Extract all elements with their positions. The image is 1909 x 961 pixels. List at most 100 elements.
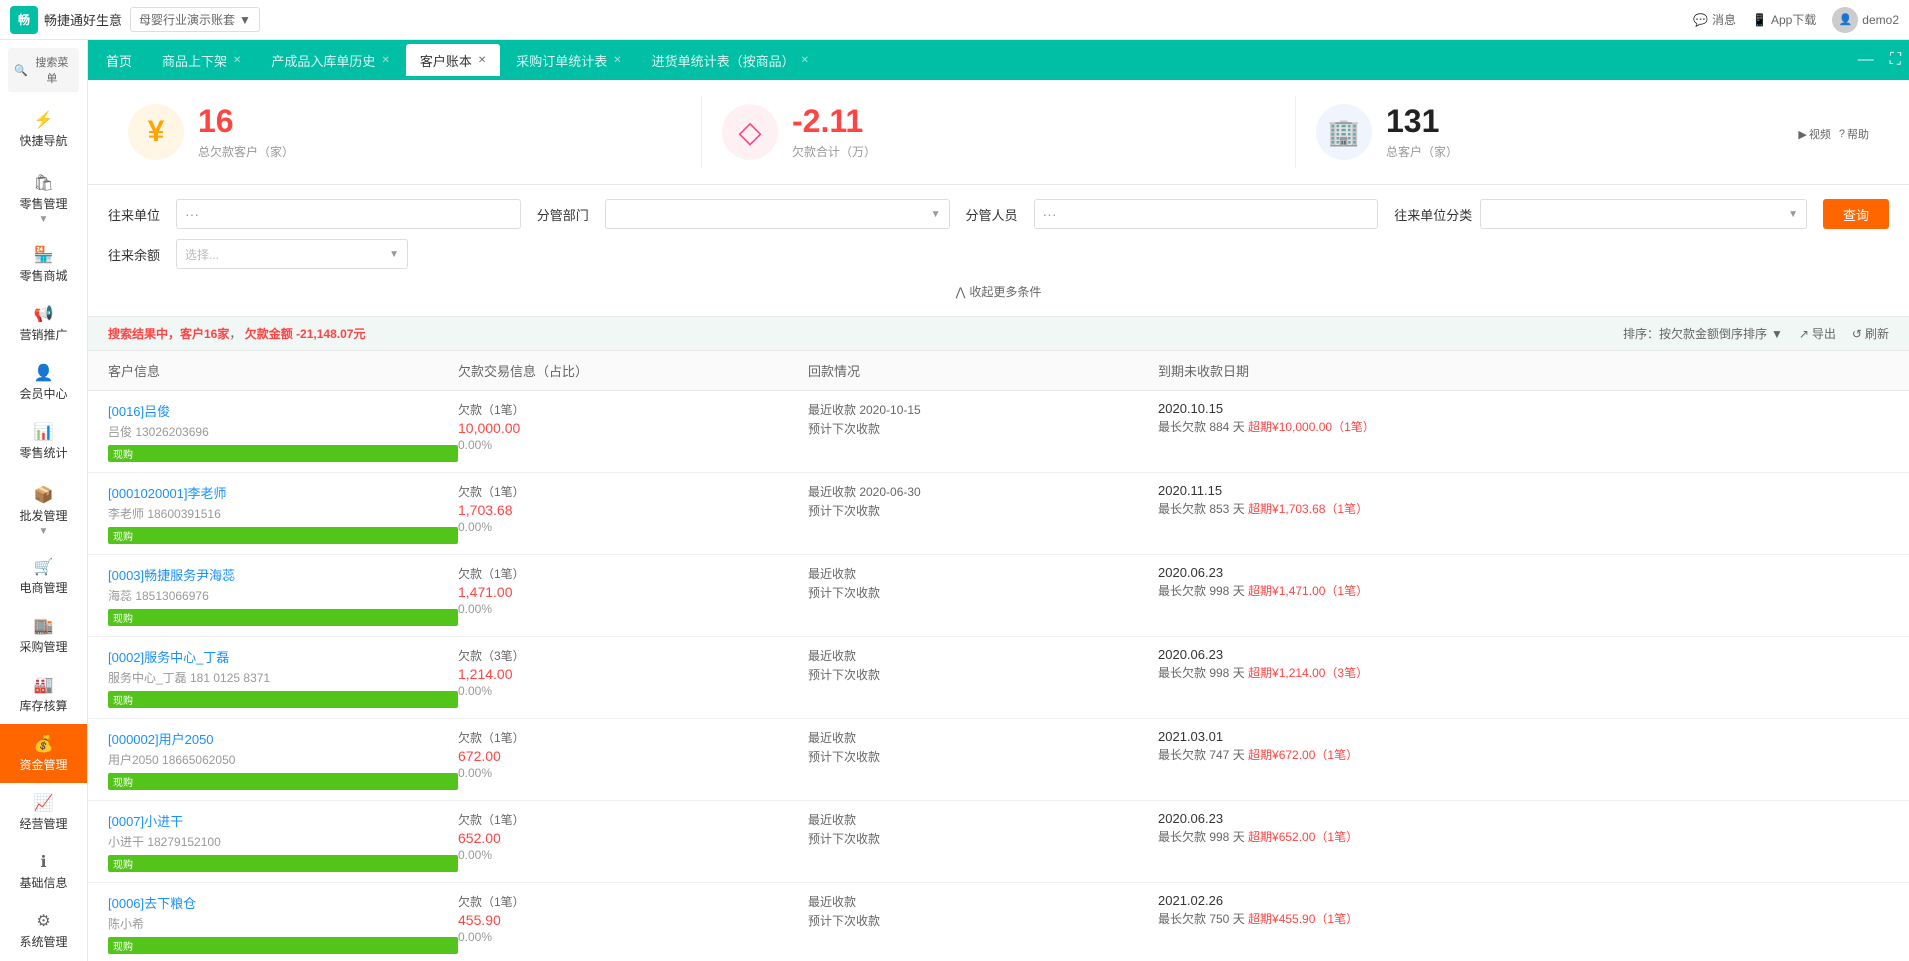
filter-label-person: 分管人员 bbox=[966, 205, 1026, 224]
top-bar-left: 畅 畅捷通好生意 母婴行业演示账套 ▼ bbox=[10, 6, 260, 34]
customer-tag-2: 现购 bbox=[108, 609, 458, 626]
results-sort[interactable]: 排序：按欠款金额倒序排序 ▼ bbox=[1623, 325, 1783, 342]
filter-item-unit: 往来单位 ··· bbox=[108, 199, 521, 229]
batch-mgmt-expand-icon: ▼ bbox=[39, 526, 49, 537]
sidebar-item-retail-stats[interactable]: 📊 零售统计 bbox=[0, 412, 87, 471]
refresh-icon: ↺ bbox=[1852, 327, 1862, 341]
tab-purchase-by-product-close[interactable]: ✕ bbox=[801, 55, 809, 66]
summary-card-total: 🏢 131 总客户（家） ▶ 视频 ? 帮助 bbox=[1296, 96, 1889, 168]
due-overdue-2[interactable]: 超期¥1,471.00（1笔） bbox=[1248, 584, 1368, 598]
due-overdue-5[interactable]: 超期¥652.00（1笔） bbox=[1248, 830, 1358, 844]
tab-purchase-stats[interactable]: 采购订单统计表 ✕ bbox=[502, 44, 635, 76]
debt-info-2: 欠款（1笔） 1,471.00 0.00% bbox=[458, 565, 808, 626]
filter-row-1: 往来单位 ··· 分管部门 ▼ bbox=[108, 199, 1889, 229]
filter-input-person[interactable]: ··· bbox=[1034, 199, 1379, 229]
customer-name-3[interactable]: [0002]服务中心_丁磊 bbox=[108, 647, 458, 666]
filter-item-dept: 分管部门 ▼ bbox=[537, 199, 950, 229]
sidebar-ecommerce-label: 电商管理 bbox=[19, 579, 67, 596]
customer-name-0[interactable]: [0016]吕俊 bbox=[108, 401, 458, 420]
user-menu[interactable]: 👤 demo2 bbox=[1832, 7, 1899, 33]
debt-pct-4: 0.00% bbox=[458, 766, 808, 780]
sidebar-item-ops[interactable]: 📈 经营管理 bbox=[0, 783, 87, 842]
app-container: 畅 畅捷通好生意 母婴行业演示账套 ▼ 💬 消息 📱 App下载 👤 demo2 bbox=[0, 0, 1909, 961]
due-overdue-0[interactable]: 超期¥10,000.00（1笔） bbox=[1248, 420, 1375, 434]
sidebar-marketing-label: 营销推广 bbox=[19, 326, 67, 343]
filter-balance-placeholder: 选择... bbox=[185, 246, 219, 263]
sidebar-item-quick-nav[interactable]: ⚡ 快捷导航 bbox=[0, 100, 87, 159]
recovery-next-0: 预计下次收款 bbox=[808, 420, 1158, 437]
due-date-1: 2020.11.15 bbox=[1158, 483, 1889, 498]
brand-icon: 畅 bbox=[10, 6, 38, 34]
sidebar-item-retail-mgmt[interactable]: 🛍 零售管理 ▼ bbox=[0, 163, 87, 235]
export-button[interactable]: ↗ 导出 bbox=[1799, 325, 1836, 342]
filter-item-category: 往来单位分类 ▼ bbox=[1394, 199, 1807, 229]
filter-select-balance[interactable]: 选择... ▼ bbox=[176, 239, 408, 269]
sidebar-search-button[interactable]: 🔍 搜索菜单 bbox=[8, 48, 79, 92]
customer-name-5[interactable]: [0007]小进干 bbox=[108, 811, 458, 830]
customer-name-4[interactable]: [000002]用户2050 bbox=[108, 729, 458, 748]
search-button[interactable]: 查询 bbox=[1823, 199, 1889, 229]
due-info-4: 2021.03.01 最长欠款 747 天 超期¥672.00（1笔） bbox=[1158, 729, 1889, 790]
window-maximize-button[interactable]: ⛶ bbox=[1886, 47, 1905, 73]
debt-amount-4: 672.00 bbox=[458, 748, 808, 764]
tab-products-offline[interactable]: 商品上下架 ✕ bbox=[148, 44, 255, 76]
sidebar-item-purchase[interactable]: 🏬 采购管理 bbox=[0, 606, 87, 665]
app-download-button[interactable]: 📱 App下载 bbox=[1752, 11, 1816, 28]
collapse-button[interactable]: ⋀ 收起更多条件 bbox=[956, 283, 1042, 300]
due-date-0: 2020.10.15 bbox=[1158, 401, 1889, 416]
purchase-icon: 🏬 bbox=[34, 616, 54, 636]
sidebar-item-basic-info[interactable]: ℹ 基础信息 bbox=[0, 842, 87, 901]
sidebar-item-batch-mgmt[interactable]: 📦 批发管理 ▼ bbox=[0, 475, 87, 547]
sidebar: 🔍 搜索菜单 ⚡ 快捷导航 🛍 零售管理 ▼ 🏪 零售商城 📢 营销推广 bbox=[0, 40, 88, 961]
video-label: 视频 bbox=[1809, 126, 1831, 142]
tab-customer-account[interactable]: 客户账本 ✕ bbox=[406, 44, 500, 76]
help-button[interactable]: ? 帮助 bbox=[1839, 126, 1869, 142]
due-overdue-3[interactable]: 超期¥1,214.00（3笔） bbox=[1248, 666, 1368, 680]
due-date-3: 2020.06.23 bbox=[1158, 647, 1889, 662]
debt-label-6: 欠款（1笔） bbox=[458, 893, 808, 910]
table-row: [0007]小进干 小进干 18279152100 现购 欠款（1笔） 652.… bbox=[88, 801, 1909, 883]
tab-product-history[interactable]: 产成品入库单历史 ✕ bbox=[257, 44, 403, 76]
due-overdue-4[interactable]: 超期¥672.00（1笔） bbox=[1248, 748, 1358, 762]
sidebar-item-member[interactable]: 👤 会员中心 bbox=[0, 353, 87, 412]
retail-mall-icon: 🏪 bbox=[34, 245, 54, 265]
results-amount-label: 欠款金额 bbox=[245, 327, 293, 341]
recovery-info-2: 最近收款 预计下次收款 bbox=[808, 565, 1158, 626]
refresh-button[interactable]: ↺ 刷新 bbox=[1852, 325, 1889, 342]
sidebar-item-finance[interactable]: 💰 资金管理 bbox=[0, 724, 87, 783]
window-minimize-button[interactable]: — bbox=[1854, 47, 1878, 73]
tab-home[interactable]: 首页 bbox=[92, 44, 146, 76]
filter-label-unit: 往来单位 bbox=[108, 205, 168, 224]
due-overdue-1[interactable]: 超期¥1,703.68（1笔） bbox=[1248, 502, 1368, 516]
filter-input-unit[interactable]: ··· bbox=[176, 199, 521, 229]
recovery-last-2: 最近收款 bbox=[808, 565, 1158, 582]
filter-area: 往来单位 ··· 分管部门 ▼ bbox=[88, 185, 1909, 317]
debt-pct-5: 0.00% bbox=[458, 848, 808, 862]
due-detail-4: 最长欠款 747 天 超期¥672.00（1笔） bbox=[1158, 746, 1889, 763]
video-help-button[interactable]: ▶ 视频 bbox=[1798, 126, 1830, 142]
sidebar-item-inventory[interactable]: 🏭 库存核算 bbox=[0, 665, 87, 724]
sidebar-item-retail-mall[interactable]: 🏪 零售商城 bbox=[0, 235, 87, 294]
debt-pct-0: 0.00% bbox=[458, 438, 808, 452]
sidebar-item-ecommerce[interactable]: 🛒 电商管理 bbox=[0, 547, 87, 606]
tab-purchase-by-product-label: 进货单统计表（按商品） bbox=[652, 51, 795, 70]
filter-select-category[interactable]: ▼ bbox=[1480, 199, 1807, 229]
sidebar-item-system[interactable]: ⚙ 系统管理 bbox=[0, 901, 87, 960]
message-button[interactable]: 💬 消息 bbox=[1693, 11, 1736, 28]
due-overdue-6[interactable]: 超期¥455.90（1笔） bbox=[1248, 912, 1358, 926]
customer-name-2[interactable]: [0003]畅捷服务尹海蕊 bbox=[108, 565, 458, 584]
customer-name-1[interactable]: [0001020001]李老师 bbox=[108, 483, 458, 502]
tab-purchase-by-product[interactable]: 进货单统计表（按商品） ✕ bbox=[638, 44, 823, 76]
filter-select-dept[interactable]: ▼ bbox=[605, 199, 950, 229]
tab-purchase-stats-close[interactable]: ✕ bbox=[613, 55, 621, 66]
tab-customer-account-close[interactable]: ✕ bbox=[478, 55, 486, 66]
recovery-last-1: 最近收款 2020-06-30 bbox=[808, 483, 1158, 500]
tab-products-offline-close[interactable]: ✕ bbox=[233, 55, 241, 66]
quick-nav-icon: ⚡ bbox=[34, 110, 54, 130]
sidebar-item-marketing[interactable]: 📢 营销推广 bbox=[0, 294, 87, 353]
tab-product-history-close[interactable]: ✕ bbox=[381, 55, 389, 66]
customer-name-6[interactable]: [0006]去下粮仓 bbox=[108, 893, 458, 912]
store-select[interactable]: 母婴行业演示账套 ▼ bbox=[130, 7, 260, 32]
summary-card-debt: ◇ -2.11 欠款合计（万） bbox=[702, 96, 1296, 168]
top-bar: 畅 畅捷通好生意 母婴行业演示账套 ▼ 💬 消息 📱 App下载 👤 demo2 bbox=[0, 0, 1909, 40]
